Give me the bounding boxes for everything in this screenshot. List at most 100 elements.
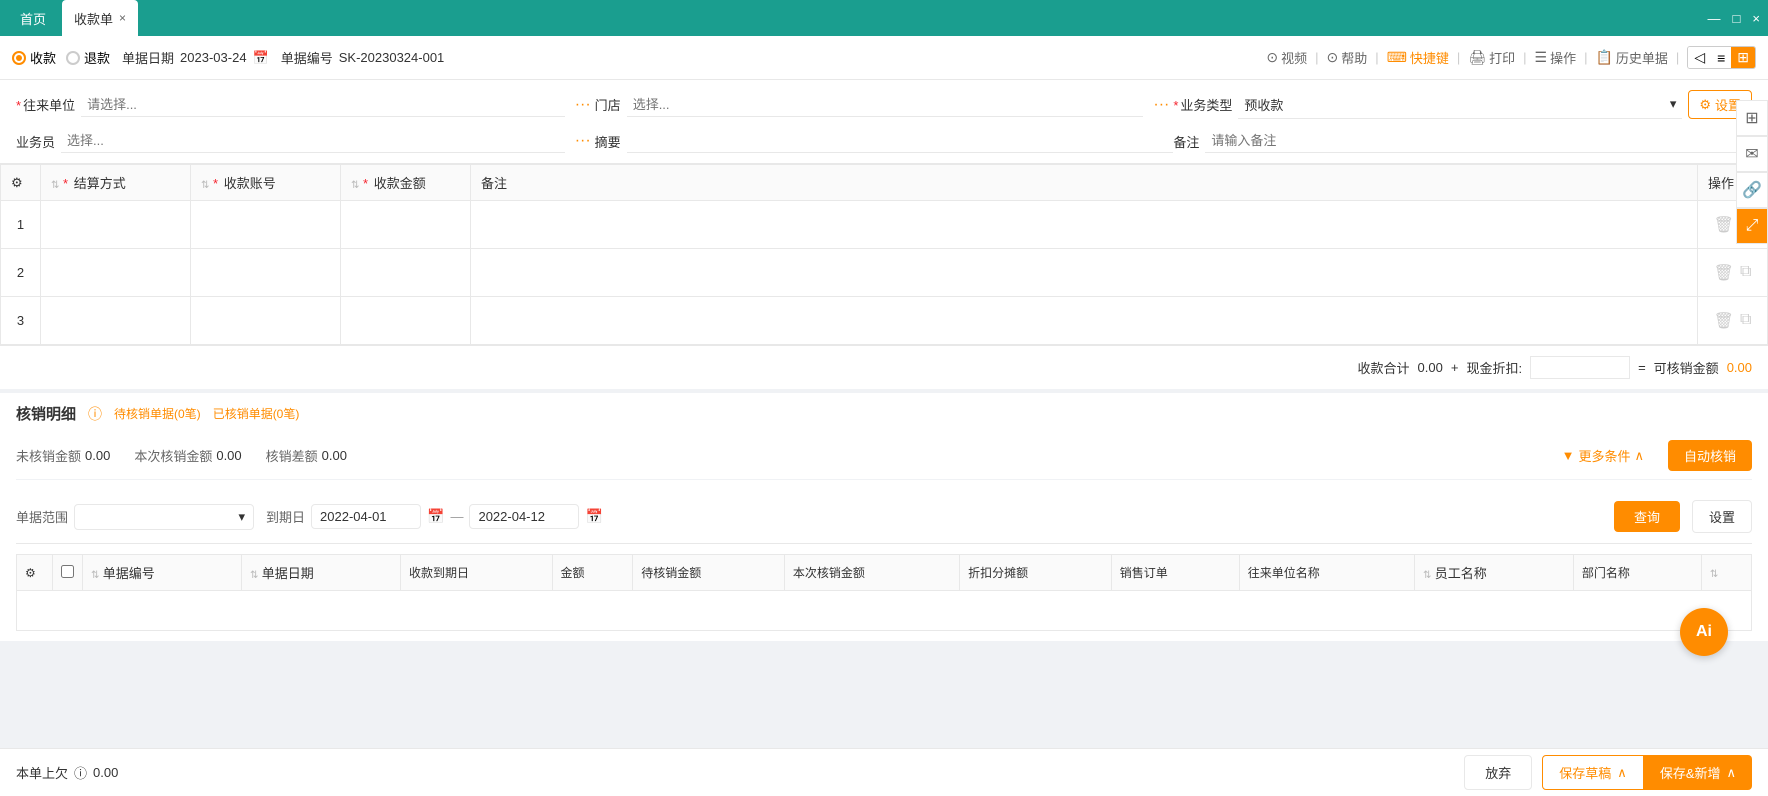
video-btn[interactable]: ⊙ 视频 [1266, 48, 1307, 67]
select-all-checkbox[interactable] [61, 565, 74, 578]
store-more-icon[interactable]: ··· [1149, 96, 1173, 114]
help-btn[interactable]: ⊙ 帮助 [1327, 48, 1368, 67]
unverified-value: 0.00 [85, 448, 110, 463]
form-row-1: *往来单位 ··· 门店 ··· *业务类型 预收款 ▾ ⚙ [16, 90, 1752, 119]
maximize-icon[interactable]: □ [1733, 11, 1741, 26]
discard-button[interactable]: 放弃 [1464, 755, 1532, 790]
row-no-2: 2 [1, 249, 41, 297]
view-list-btn[interactable]: ◁ [1688, 47, 1711, 68]
filter-settings-btn[interactable]: 设置 [1692, 500, 1752, 533]
row-remark-1[interactable] [471, 201, 1698, 249]
delete-row-2-icon[interactable]: 🗑 [1714, 263, 1734, 283]
footer-info-icon[interactable]: ⓘ [74, 763, 87, 782]
row-account-3[interactable] [191, 297, 341, 345]
tab-home[interactable]: 首页 [8, 0, 58, 36]
tab-close-icon[interactable]: × [119, 11, 126, 25]
auto-verify-btn[interactable]: 自动核销 [1668, 440, 1752, 471]
date-to-input[interactable] [469, 504, 579, 529]
form-area: *往来单位 ··· 门店 ··· *业务类型 预收款 ▾ ⚙ [0, 80, 1768, 164]
unverified-stat: 未核销金额 0.00 [16, 446, 110, 465]
remark-label: 备注 [1173, 132, 1199, 151]
row-amount-2[interactable] [341, 249, 471, 297]
history-label: 历史单据 [1616, 48, 1668, 67]
row-actions-3: 🗑 ⧉ [1698, 297, 1768, 345]
done-tab[interactable]: 已核销单据(0笔) [213, 405, 300, 422]
operation-btn[interactable]: ☰ 操作 [1535, 48, 1577, 67]
copy-row-3-icon[interactable]: ⧉ [1740, 311, 1751, 331]
staff-input[interactable] [61, 129, 565, 153]
more-conditions-btn[interactable]: ▼ 更多条件 ∧ [1562, 446, 1644, 465]
row-amount-3[interactable] [341, 297, 471, 345]
row-remark-2[interactable] [471, 249, 1698, 297]
date-from-input[interactable] [311, 504, 421, 529]
discount-input[interactable] [1530, 356, 1630, 379]
close-icon[interactable]: × [1752, 11, 1760, 26]
shortcut-btn[interactable]: ⌨ 快捷键 [1387, 48, 1449, 67]
row-settle-1[interactable] [41, 201, 191, 249]
operation-label: 操作 [1550, 48, 1576, 67]
biz-type-field: *业务类型 预收款 ▾ ⚙ 设置 [1173, 90, 1752, 119]
staff-more-icon[interactable]: ··· [571, 132, 595, 150]
calendar-icon[interactable]: 📅 [253, 50, 269, 66]
radio-collect[interactable]: 收款 [12, 48, 56, 67]
remark-field: 备注 [1173, 129, 1752, 153]
unverified-label: 未核销金额 [16, 446, 81, 465]
history-btn[interactable]: 📋 历史单据 [1595, 48, 1667, 67]
row-settle-2[interactable] [41, 249, 191, 297]
sidebar-screenshot-icon[interactable]: ⤢ [1736, 208, 1768, 244]
minimize-icon[interactable]: — [1708, 11, 1721, 26]
toolbar-actions: ⊙ 视频 | ⊙ 帮助 | ⌨ 快捷键 | 🖨 打印 | ☰ 操作 | 📋 历史… [1266, 46, 1756, 69]
radio-refund-dot [66, 51, 80, 65]
page-footer: 本单上欠 ⓘ 0.00 放弃 保存草稿 ∧ 保存&新增 ∧ [0, 748, 1768, 796]
row-settle-3[interactable] [41, 297, 191, 345]
range-dropdown[interactable]: ▾ [74, 504, 254, 530]
verify-title: 核销明细 [16, 403, 76, 424]
row-amount-1[interactable] [341, 201, 471, 249]
row-account-1[interactable] [191, 201, 341, 249]
footer-label: 本单上欠 [16, 763, 68, 782]
bottom-th-dept: ⇅ [1701, 555, 1751, 591]
save-draft-button[interactable]: 保存草稿 ∧ [1542, 755, 1644, 790]
range-filter: 单据范围 ▾ [16, 504, 254, 530]
current-label: 本次核销金额 [134, 446, 212, 465]
sidebar-attachment-icon[interactable]: 🔗 [1736, 172, 1768, 208]
ai-badge[interactable]: Ai [1680, 608, 1728, 656]
view-card-btn[interactable]: ⊞ [1731, 47, 1755, 68]
th-account: ⇅ * 收款账号 [191, 165, 341, 201]
query-btn[interactable]: 查询 [1614, 501, 1680, 532]
print-btn[interactable]: 🖨 打印 [1468, 48, 1515, 67]
sidebar-table-icon[interactable]: ⊞ [1736, 100, 1768, 136]
toolbar: 收款 退款 单据日期 2023-03-24 📅 单据编号 SK-20230324… [0, 36, 1768, 80]
calendar-to-icon[interactable]: 📅 [585, 508, 602, 525]
row-remark-3[interactable] [471, 297, 1698, 345]
summary-input[interactable] [627, 129, 1174, 153]
row-account-2[interactable] [191, 249, 341, 297]
diff-value: 0.00 [322, 448, 347, 463]
calendar-from-icon[interactable]: 📅 [427, 508, 444, 525]
delete-row-3-icon[interactable]: 🗑 [1714, 311, 1734, 331]
verify-section: 核销明细 ⓘ 待核销单据(0笔) 已核销单据(0笔) 未核销金额 0.00 本次… [0, 393, 1768, 641]
delete-row-1-icon[interactable]: 🗑 [1714, 215, 1734, 235]
footer-bill-info: 本单上欠 ⓘ 0.00 [16, 763, 118, 782]
pending-tab[interactable]: 待核销单据(0笔) [114, 405, 201, 422]
th-settings[interactable]: ⚙ [1, 165, 41, 201]
copy-row-2-icon[interactable]: ⧉ [1740, 263, 1751, 283]
save-new-button[interactable]: 保存&新增 ∧ [1644, 755, 1752, 790]
verifiable-value: 0.00 [1727, 360, 1752, 375]
tab-active[interactable]: 收款单 × [62, 0, 138, 36]
sidebar-email-icon[interactable]: ✉ [1736, 136, 1768, 172]
partner-more-icon[interactable]: ··· [571, 96, 595, 114]
biz-type-select[interactable]: 预收款 ▾ [1238, 91, 1682, 119]
verify-header: 核销明细 ⓘ 待核销单据(0笔) 已核销单据(0笔) [16, 403, 1752, 424]
remark-input[interactable] [1205, 129, 1752, 153]
verify-info-icon[interactable]: ⓘ [88, 404, 102, 424]
bottom-th-gear[interactable]: ⚙ [17, 555, 53, 591]
summary-label: 摘要 [595, 132, 621, 151]
store-input[interactable] [627, 93, 1144, 117]
partner-input[interactable] [81, 93, 565, 117]
bottom-th-check[interactable] [53, 555, 83, 591]
print-label: 打印 [1489, 48, 1515, 67]
view-grid-btn[interactable]: ≡ [1711, 47, 1731, 68]
radio-refund[interactable]: 退款 [66, 48, 110, 67]
date-value[interactable]: 2023-03-24 [180, 50, 247, 65]
